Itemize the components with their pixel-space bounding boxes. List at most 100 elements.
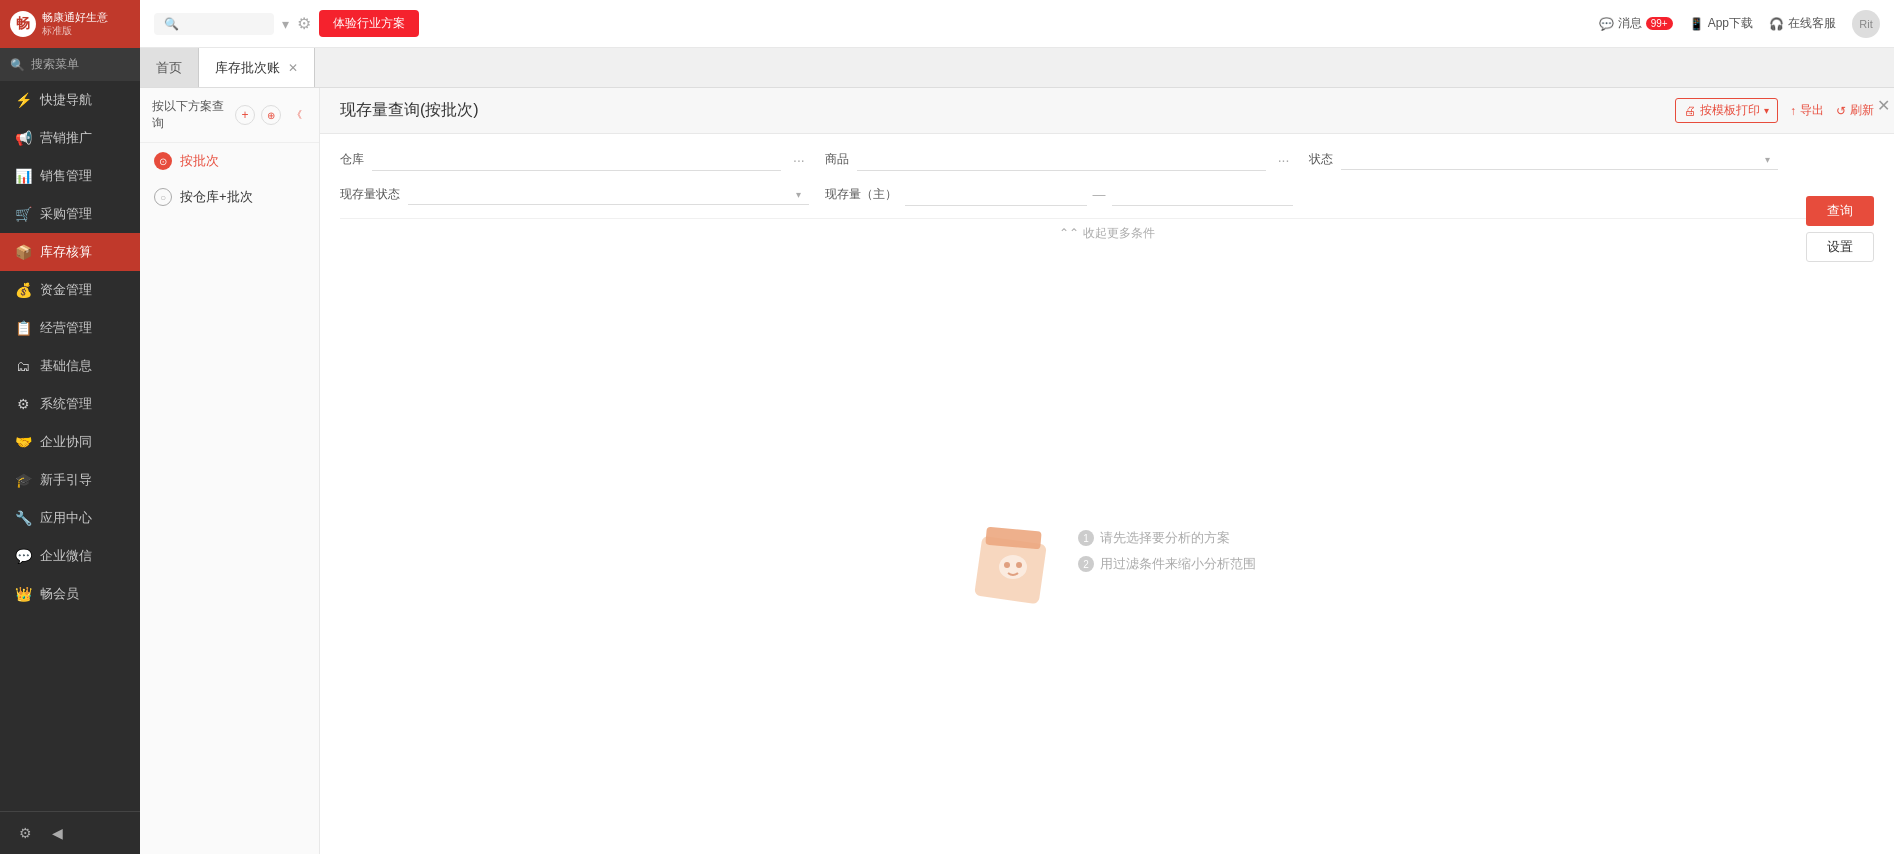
sidebar-settings-icon[interactable]: ⚙ (14, 822, 36, 844)
messages-label: 消息 (1618, 15, 1642, 32)
finance-icon: 💰 (14, 281, 32, 299)
query-header-actions: 🖨 按模板打印 ▾ ↑ 导出 ↺ 刷新 (1675, 98, 1874, 123)
tab-home[interactable]: 首页 (140, 48, 199, 87)
refresh-btn-label: 刷新 (1850, 102, 1874, 119)
topbar: 🔍 ▾ ⚙ 体验行业方案 💬 消息 99+ 📱 App下载 🎧 在线客服 (140, 0, 1894, 48)
experience-btn[interactable]: 体验行业方案 (319, 10, 419, 37)
topbar-dropdown-icon[interactable]: ▾ (282, 16, 289, 32)
filter-item-by-batch-label: 按批次 (180, 152, 219, 170)
sidebar-item-wechat-label: 企业微信 (40, 547, 92, 565)
empty-step1-text: 请先选择要分析的方案 (1100, 529, 1230, 547)
inventory-qty-max[interactable] (1112, 183, 1294, 206)
inventory-status-field: 现存量状态 ▾ (340, 185, 809, 205)
tab-close-icon[interactable]: ✕ (288, 61, 298, 75)
sidebar-item-marketing[interactable]: 📢 营销推广 (0, 119, 140, 157)
inventory-status-select[interactable]: ▾ (408, 185, 809, 205)
sidebar-item-basic-label: 基础信息 (40, 357, 92, 375)
warehouse-input[interactable] (372, 148, 781, 171)
sidebar-item-newbie[interactable]: 🎓 新手引导 (0, 461, 140, 499)
basic-icon: 🗂 (14, 357, 32, 375)
topbar-search-icon: 🔍 (164, 17, 179, 31)
sidebar-item-app-center-label: 应用中心 (40, 509, 92, 527)
settings-scheme-btn[interactable]: ⊕ (261, 105, 281, 125)
product-more-icon[interactable]: ··· (1274, 152, 1294, 168)
filter-panel-header: 按以下方案查询 + ⊕ 《 (140, 88, 319, 143)
user-avatar[interactable]: Rit (1852, 10, 1880, 38)
collapse-filter-btn[interactable]: 《 (287, 105, 307, 125)
sidebar-collapse-icon[interactable]: ◀ (46, 822, 68, 844)
sidebar-item-enterprise-label: 企业协同 (40, 433, 92, 451)
product-label: 商品 (825, 151, 849, 168)
empty-state: 1 请先选择要分析的方案 2 用过滤条件来缩小分析范围 (320, 256, 1894, 854)
sidebar-item-quick-nav[interactable]: ⚡ 快捷导航 (0, 81, 140, 119)
user-name: Rit (1859, 18, 1872, 30)
sidebar-search-item[interactable]: 🔍 搜索菜单 (0, 48, 140, 81)
sidebar-item-enterprise[interactable]: 🤝 企业协同 (0, 423, 140, 461)
warehouse-batch-scheme-icon: ○ (154, 188, 172, 206)
tab-home-label: 首页 (156, 59, 182, 77)
quick-nav-icon: ⚡ (14, 91, 32, 109)
topbar-left: 🔍 ▾ ⚙ 体验行业方案 (154, 10, 1589, 37)
member-icon: 👑 (14, 585, 32, 603)
sidebar-item-member[interactable]: 👑 畅会员 (0, 575, 140, 613)
company-name: 畅康通好生意 (42, 10, 108, 24)
svg-point-3 (1004, 562, 1010, 568)
messages-btn[interactable]: 💬 消息 99+ (1599, 15, 1673, 32)
add-scheme-btn[interactable]: + (235, 105, 255, 125)
chevron-up-icon: ⌃⌃ (1059, 226, 1079, 240)
search-form: 仓库 ··· 商品 ··· 状态 ▾ (320, 134, 1894, 256)
tab-inventory-batch[interactable]: 库存批次账 ✕ (199, 48, 315, 87)
status-select[interactable]: ▾ (1341, 150, 1778, 170)
inventory-status-dropdown-icon: ▾ (796, 189, 801, 200)
filter-item-by-warehouse-batch-label: 按仓库+批次 (180, 188, 253, 206)
topbar-right: 💬 消息 99+ 📱 App下载 🎧 在线客服 Rit (1599, 10, 1880, 38)
product-input[interactable] (857, 148, 1266, 171)
form-row-2: 现存量状态 ▾ 现存量（主） — (340, 183, 1874, 206)
sidebar-item-app-center[interactable]: 🔧 应用中心 (0, 499, 140, 537)
sidebar-header: 畅 畅康通好生意 标准版 (0, 0, 140, 48)
print-dropdown-icon[interactable]: ▾ (1764, 105, 1769, 116)
topbar-settings-icon[interactable]: ⚙ (297, 14, 311, 33)
company-info: 畅康通好生意 标准版 (42, 10, 108, 38)
form-row-1: 仓库 ··· 商品 ··· 状态 ▾ (340, 148, 1874, 171)
sidebar-item-system[interactable]: ⚙ 系统管理 (0, 385, 140, 423)
range-separator: — (1093, 187, 1106, 202)
export-btn-label: 导出 (1800, 102, 1824, 119)
topbar-search-box[interactable]: 🔍 (154, 13, 274, 35)
system-icon: ⚙ (14, 395, 32, 413)
status-field: 状态 ▾ (1309, 150, 1778, 170)
sidebar-item-inventory[interactable]: 📦 库存核算 (0, 233, 140, 271)
app-download-btn[interactable]: 📱 App下载 (1689, 15, 1753, 32)
refresh-btn[interactable]: ↺ 刷新 (1836, 102, 1874, 119)
warehouse-more-icon[interactable]: ··· (789, 152, 809, 168)
messages-badge: 99+ (1646, 17, 1673, 30)
sidebar-item-basic[interactable]: 🗂 基础信息 (0, 347, 140, 385)
query-btn[interactable]: 查询 (1806, 196, 1874, 226)
online-service-btn[interactable]: 🎧 在线客服 (1769, 15, 1836, 32)
print-btn[interactable]: 🖨 按模板打印 ▾ (1675, 98, 1778, 123)
sidebar-item-finance[interactable]: 💰 资金管理 (0, 271, 140, 309)
filter-item-by-batch[interactable]: ⊙ 按批次 (140, 143, 319, 179)
filter-item-by-warehouse-batch[interactable]: ○ 按仓库+批次 (140, 179, 319, 215)
sidebar-scroll: ⚡ 快捷导航 📢 营销推广 📊 销售管理 🛒 采购管理 📦 库存核算 💰 资金管… (0, 81, 140, 811)
sidebar-item-operations[interactable]: 📋 经营管理 (0, 309, 140, 347)
inventory-icon: 📦 (14, 243, 32, 261)
sidebar-item-member-label: 畅会员 (40, 585, 79, 603)
enterprise-icon: 🤝 (14, 433, 32, 451)
close-panel-btn[interactable]: ✕ (1877, 96, 1890, 115)
sidebar-item-sales[interactable]: 📊 销售管理 (0, 157, 140, 195)
status-dropdown-icon: ▾ (1765, 154, 1770, 165)
export-btn[interactable]: ↑ 导出 (1790, 102, 1824, 119)
inventory-qty-label: 现存量（主） (825, 186, 897, 203)
sidebar-item-purchase[interactable]: 🛒 采购管理 (0, 195, 140, 233)
content-area: 按以下方案查询 + ⊕ 《 ⊙ 按批次 ○ 按仓库+批次 现存量查询(按批次) (140, 88, 1894, 854)
sidebar-item-finance-label: 资金管理 (40, 281, 92, 299)
operations-icon: 📋 (14, 319, 32, 337)
settings-btn[interactable]: 设置 (1806, 232, 1874, 262)
newbie-icon: 🎓 (14, 471, 32, 489)
filter-panel-title: 按以下方案查询 (152, 98, 235, 132)
sidebar-item-wechat[interactable]: 💬 企业微信 (0, 537, 140, 575)
online-service-icon: 🎧 (1769, 17, 1784, 31)
collapse-conditions-btn[interactable]: ⌃⌃ 收起更多条件 (340, 218, 1874, 248)
inventory-qty-min[interactable] (905, 183, 1087, 206)
